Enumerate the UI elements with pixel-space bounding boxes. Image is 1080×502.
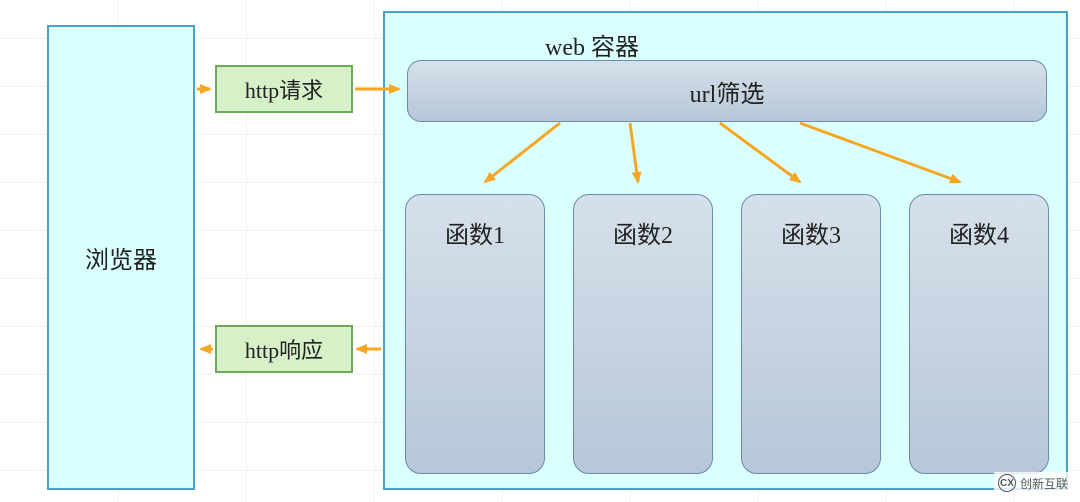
function-box-4: 函数4 (909, 194, 1049, 474)
watermark: CX 创新互联 (994, 472, 1072, 494)
function-box-2: 函数2 (573, 194, 713, 474)
browser-label: 浏览器 (85, 240, 157, 275)
http-request-text: http请求 (245, 73, 323, 105)
http-request-label: http请求 (215, 65, 353, 113)
web-container-title: web 容器 (545, 27, 639, 62)
http-response-text: http响应 (245, 333, 323, 365)
web-container: web 容器 url筛选 函数1 函数2 函数3 函数4 (383, 11, 1068, 490)
url-filter-box: url筛选 (407, 60, 1047, 122)
browser-box: 浏览器 (47, 25, 195, 490)
function-label-3: 函数3 (781, 223, 841, 249)
watermark-logo-icon: CX (998, 474, 1016, 492)
function-box-3: 函数3 (741, 194, 881, 474)
function-label-1: 函数1 (445, 223, 505, 249)
function-label-4: 函数4 (949, 223, 1009, 249)
function-box-1: 函数1 (405, 194, 545, 474)
url-filter-label: url筛选 (690, 74, 765, 109)
diagram-layer: 浏览器 web 容器 url筛选 函数1 函数2 函数3 函数4 http请求 … (0, 0, 1080, 502)
http-response-label: http响应 (215, 325, 353, 373)
watermark-text: 创新互联 (1020, 475, 1068, 492)
function-label-2: 函数2 (613, 223, 673, 249)
